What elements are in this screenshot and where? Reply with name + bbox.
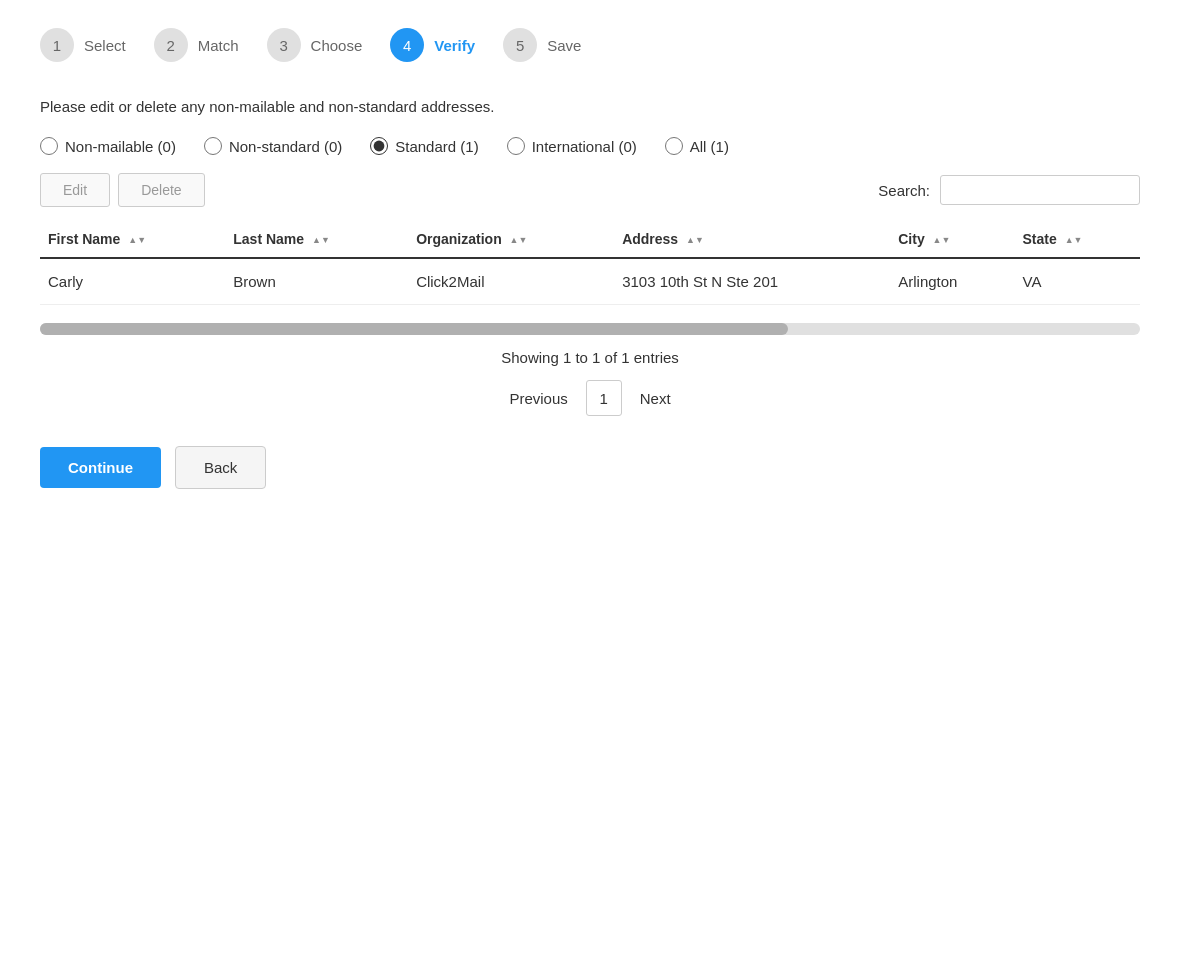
scrollbar-thumb[interactable] [40, 323, 788, 335]
toolbar: Edit Delete Search: [40, 173, 1140, 207]
filter-all[interactable]: All (1) [665, 137, 729, 155]
cell-city: Arlington [890, 258, 1014, 305]
pagination-next-button[interactable]: Next [632, 384, 679, 413]
step-5: 5 Save [503, 28, 581, 62]
step-label-5: Save [547, 37, 581, 54]
col-first-name-label: First Name [48, 231, 120, 247]
step-label-2: Match [198, 37, 239, 54]
step-2: 2 Match [154, 28, 239, 62]
search-label: Search: [878, 182, 930, 199]
pagination-previous-button[interactable]: Previous [501, 384, 575, 413]
pagination-info: Showing 1 to 1 of 1 entries [40, 349, 1140, 366]
cell-state: VA [1015, 258, 1141, 305]
filter-non-mailable[interactable]: Non-mailable (0) [40, 137, 176, 155]
cell-organization: Click2Mail [408, 258, 614, 305]
table-header-row: First Name ▲▼ Last Name ▲▼ Organization … [40, 221, 1140, 258]
search-input[interactable] [940, 175, 1140, 205]
description-text: Please edit or delete any non-mailable a… [40, 98, 1140, 115]
filter-non-standard-label[interactable]: Non-standard (0) [229, 138, 342, 155]
filter-standard-label[interactable]: Standard (1) [395, 138, 478, 155]
col-first-name[interactable]: First Name ▲▼ [40, 221, 225, 258]
page-wrapper: 1 Select 2 Match 3 Choose 4 Verify 5 Sav… [0, 0, 1180, 970]
col-organization[interactable]: Organization ▲▼ [408, 221, 614, 258]
col-address[interactable]: Address ▲▼ [614, 221, 890, 258]
step-circle-3: 3 [267, 28, 301, 62]
stepper: 1 Select 2 Match 3 Choose 4 Verify 5 Sav… [40, 28, 1140, 62]
step-circle-4: 4 [390, 28, 424, 62]
step-label-3: Choose [311, 37, 363, 54]
filter-non-mailable-label[interactable]: Non-mailable (0) [65, 138, 176, 155]
col-city-label: City [898, 231, 924, 247]
radio-non-standard[interactable] [204, 137, 222, 155]
search-group: Search: [878, 175, 1140, 205]
col-last-name[interactable]: Last Name ▲▼ [225, 221, 408, 258]
table-row[interactable]: Carly Brown Click2Mail 3103 10th St N St… [40, 258, 1140, 305]
filter-row: Non-mailable (0) Non-standard (0) Standa… [40, 137, 1140, 155]
col-city[interactable]: City ▲▼ [890, 221, 1014, 258]
back-button[interactable]: Back [175, 446, 266, 489]
sort-first-name-icon[interactable]: ▲▼ [128, 236, 146, 245]
cell-last-name: Brown [225, 258, 408, 305]
step-label-1: Select [84, 37, 126, 54]
step-circle-2: 2 [154, 28, 188, 62]
step-3: 3 Choose [267, 28, 363, 62]
col-state[interactable]: State ▲▼ [1015, 221, 1141, 258]
step-label-4: Verify [434, 37, 475, 54]
step-circle-5: 5 [503, 28, 537, 62]
pagination-controls: Previous 1 Next [40, 380, 1140, 416]
continue-button[interactable]: Continue [40, 447, 161, 488]
delete-button[interactable]: Delete [118, 173, 204, 207]
sort-organization-icon[interactable]: ▲▼ [510, 236, 528, 245]
col-state-label: State [1023, 231, 1057, 247]
col-address-label: Address [622, 231, 678, 247]
data-table: First Name ▲▼ Last Name ▲▼ Organization … [40, 221, 1140, 305]
scrollbar-track[interactable] [40, 323, 1140, 335]
bottom-actions: Continue Back [40, 446, 1140, 489]
filter-international-label[interactable]: International (0) [532, 138, 637, 155]
radio-non-mailable[interactable] [40, 137, 58, 155]
filter-non-standard[interactable]: Non-standard (0) [204, 137, 342, 155]
col-organization-label: Organization [416, 231, 502, 247]
edit-button[interactable]: Edit [40, 173, 110, 207]
filter-international[interactable]: International (0) [507, 137, 637, 155]
step-1: 1 Select [40, 28, 126, 62]
sort-last-name-icon[interactable]: ▲▼ [312, 236, 330, 245]
col-last-name-label: Last Name [233, 231, 304, 247]
filter-standard[interactable]: Standard (1) [370, 137, 478, 155]
cell-first-name: Carly [40, 258, 225, 305]
pagination-page-1[interactable]: 1 [586, 380, 622, 416]
cell-address: 3103 10th St N Ste 201 [614, 258, 890, 305]
radio-international[interactable] [507, 137, 525, 155]
step-circle-1: 1 [40, 28, 74, 62]
filter-all-label[interactable]: All (1) [690, 138, 729, 155]
radio-all[interactable] [665, 137, 683, 155]
sort-address-icon[interactable]: ▲▼ [686, 236, 704, 245]
step-4: 4 Verify [390, 28, 475, 62]
radio-standard[interactable] [370, 137, 388, 155]
sort-state-icon[interactable]: ▲▼ [1065, 236, 1083, 245]
sort-city-icon[interactable]: ▲▼ [933, 236, 951, 245]
